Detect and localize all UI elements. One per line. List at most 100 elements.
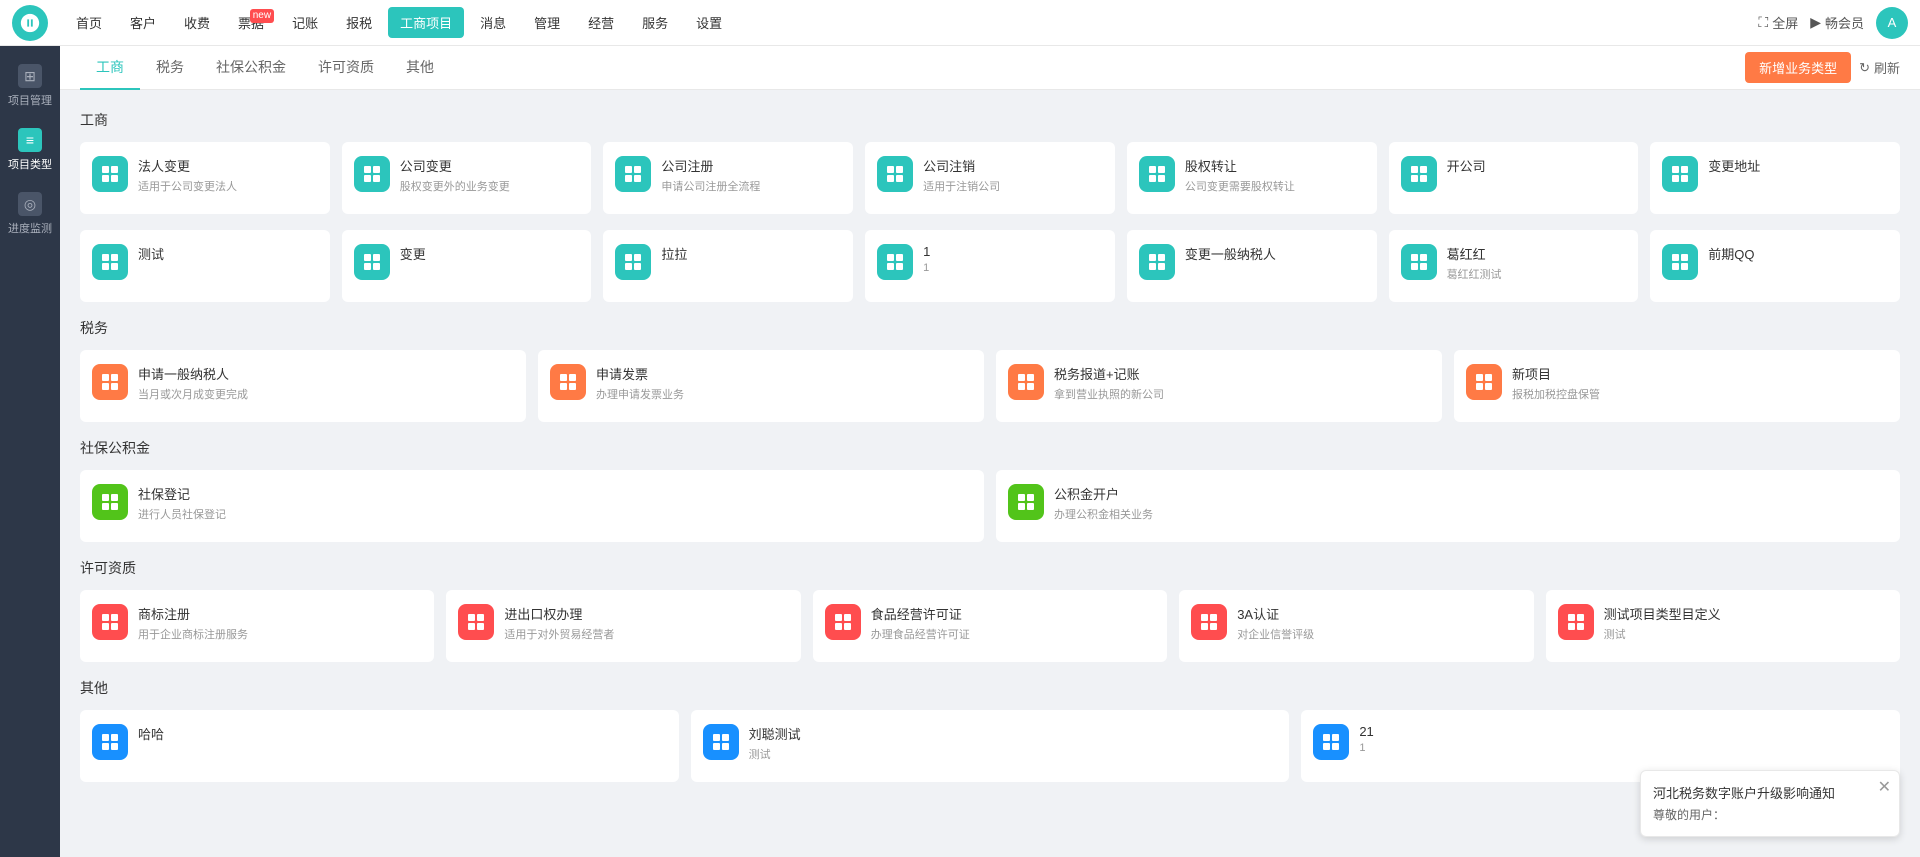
card-title: 新项目	[1512, 364, 1888, 383]
service-card[interactable]: 申请一般纳税人当月或次月成变更完成	[80, 350, 526, 422]
service-card[interactable]: 食品经营许可证办理食品经营许可证	[813, 590, 1167, 662]
service-card[interactable]: 进出口权办理适用于对外贸易经营者	[446, 590, 800, 662]
vip-button[interactable]: ▶ 畅会员	[1810, 13, 1864, 32]
notification-text: 尊敬的用户：	[1653, 806, 1887, 824]
card-desc: 测试	[1604, 626, 1888, 642]
nav-item-记账[interactable]: 记账	[280, 7, 330, 38]
notification-close-button[interactable]: ✕	[1878, 777, 1891, 797]
card-icon	[615, 156, 651, 192]
nav-item-设置[interactable]: 设置	[684, 7, 734, 38]
card-text: 公司变更股权变更外的业务变更	[400, 156, 580, 194]
card-title: 公积金开户	[1054, 484, 1888, 503]
service-card[interactable]: 股权转让公司变更需要股权转让	[1127, 142, 1377, 214]
gongshang-cards-row1: 法人变更适用于公司变更法人 公司变更股权变更外的业务变更 公司注册申请公司注册全…	[80, 142, 1900, 214]
card-desc: 用于企业商标注册服务	[138, 626, 422, 642]
sidebar-label: 项目类型	[8, 156, 52, 172]
card-icon	[354, 156, 390, 192]
fullscreen-button[interactable]: ⛶ 全屏	[1758, 13, 1798, 32]
nav-item-客户[interactable]: 客户	[118, 7, 168, 38]
service-card[interactable]: 法人变更适用于公司变更法人	[80, 142, 330, 214]
card-text: 刘聪测试测试	[749, 724, 1278, 762]
card-icon	[92, 244, 128, 280]
card-title: 前期QQ	[1708, 244, 1888, 263]
nav-item-管理[interactable]: 管理	[522, 7, 572, 38]
nav-item-经营[interactable]: 经营	[576, 7, 626, 38]
card-icon	[615, 244, 651, 280]
vip-label: 畅会员	[1825, 13, 1864, 32]
refresh-icon: ↻	[1859, 60, 1870, 76]
service-card[interactable]: 公积金开户办理公积金相关业务	[996, 470, 1900, 542]
service-card[interactable]: 前期QQ	[1650, 230, 1900, 302]
card-desc: 1	[1359, 742, 1888, 754]
service-card[interactable]: 葛红红葛红红测试	[1389, 230, 1639, 302]
card-icon	[1558, 604, 1594, 640]
service-card[interactable]: 哈哈	[80, 710, 679, 782]
nav-item-收费[interactable]: 收费	[172, 7, 222, 38]
service-card[interactable]: 刘聪测试测试	[691, 710, 1290, 782]
service-card[interactable]: 变更一般纳税人	[1127, 230, 1377, 302]
tab-许可资质[interactable]: 许可资质	[302, 46, 390, 90]
card-icon	[550, 364, 586, 400]
service-card[interactable]: 申请发票办理申请发票业务	[538, 350, 984, 422]
service-card[interactable]: 商标注册用于企业商标注册服务	[80, 590, 434, 662]
sidebar-item-进度监测[interactable]: ◎进度监测	[0, 182, 60, 246]
sidebar-label: 项目管理	[8, 92, 52, 108]
new-type-button[interactable]: 新增业务类型	[1745, 52, 1851, 83]
service-card[interactable]: 3A认证对企业信誉评级	[1179, 590, 1533, 662]
card-text: 商标注册用于企业商标注册服务	[138, 604, 422, 642]
card-text: 前期QQ	[1708, 244, 1888, 263]
card-desc: 1	[923, 262, 1103, 274]
card-text: 11	[923, 244, 1103, 274]
nav-menu: 首页客户收费票据new记账报税工商项目消息管理经营服务设置	[64, 7, 1758, 38]
card-icon	[458, 604, 494, 640]
sidebar-item-项目管理[interactable]: ⊞项目管理	[0, 54, 60, 118]
nav-item-消息[interactable]: 消息	[468, 7, 518, 38]
service-card[interactable]: 公司注销适用于注销公司	[865, 142, 1115, 214]
gongshang-cards-row2: 测试 变更 拉拉 11 变更一般纳税人 葛红红葛红红测试 前期QQ	[80, 230, 1900, 302]
tab-工商[interactable]: 工商	[80, 46, 140, 90]
tab-社保公积金[interactable]: 社保公积金	[200, 46, 302, 90]
card-text: 新项目报税加税控盘保管	[1512, 364, 1888, 402]
card-text: 税务报道+记账拿到营业执照的新公司	[1054, 364, 1430, 402]
card-title: 刘聪测试	[749, 724, 1278, 743]
card-icon	[1662, 244, 1698, 280]
nav-item-报税[interactable]: 报税	[334, 7, 384, 38]
section-title-shuiwu: 税务	[80, 318, 1900, 338]
avatar[interactable]: A	[1876, 7, 1908, 39]
card-icon	[877, 244, 913, 280]
service-card[interactable]: 公司注册申请公司注册全流程	[603, 142, 853, 214]
page-content: 工商 法人变更适用于公司变更法人 公司变更股权变更外的业务变更 公司注册申请公司…	[60, 90, 1920, 857]
card-icon	[825, 604, 861, 640]
card-desc: 适用于注销公司	[923, 178, 1103, 194]
service-card[interactable]: 社保登记进行人员社保登记	[80, 470, 984, 542]
nav-item-首页[interactable]: 首页	[64, 7, 114, 38]
card-icon	[92, 604, 128, 640]
nav-item-工商项目[interactable]: 工商项目	[388, 7, 464, 38]
card-text: 拉拉	[661, 244, 841, 263]
nav-item-票据[interactable]: 票据new	[226, 7, 276, 38]
section-title-gongshang: 工商	[80, 110, 1900, 130]
tab-其他[interactable]: 其他	[390, 46, 450, 90]
service-card[interactable]: 测试	[80, 230, 330, 302]
card-title: 哈哈	[138, 724, 667, 743]
shebao-cards: 社保登记进行人员社保登记 公积金开户办理公积金相关业务	[80, 470, 1900, 542]
card-icon	[1466, 364, 1502, 400]
nav-item-服务[interactable]: 服务	[630, 7, 680, 38]
tab-税务[interactable]: 税务	[140, 46, 200, 90]
service-card[interactable]: 拉拉	[603, 230, 853, 302]
service-card[interactable]: 税务报道+记账拿到营业执照的新公司	[996, 350, 1442, 422]
sidebar-item-项目类型[interactable]: ≡项目类型	[0, 118, 60, 182]
card-icon	[92, 156, 128, 192]
refresh-button[interactable]: ↻ 刷新	[1859, 58, 1900, 77]
service-card[interactable]: 新项目报税加税控盘保管	[1454, 350, 1900, 422]
service-card[interactable]: 11	[865, 230, 1115, 302]
service-card[interactable]: 变更	[342, 230, 592, 302]
service-card[interactable]: 开公司	[1389, 142, 1639, 214]
card-text: 变更一般纳税人	[1185, 244, 1365, 263]
service-card[interactable]: 公司变更股权变更外的业务变更	[342, 142, 592, 214]
card-desc: 进行人员社保登记	[138, 506, 972, 522]
sidebar-label: 进度监测	[8, 220, 52, 236]
card-text: 申请一般纳税人当月或次月成变更完成	[138, 364, 514, 402]
service-card[interactable]: 测试项目类型目定义测试	[1546, 590, 1900, 662]
service-card[interactable]: 变更地址	[1650, 142, 1900, 214]
